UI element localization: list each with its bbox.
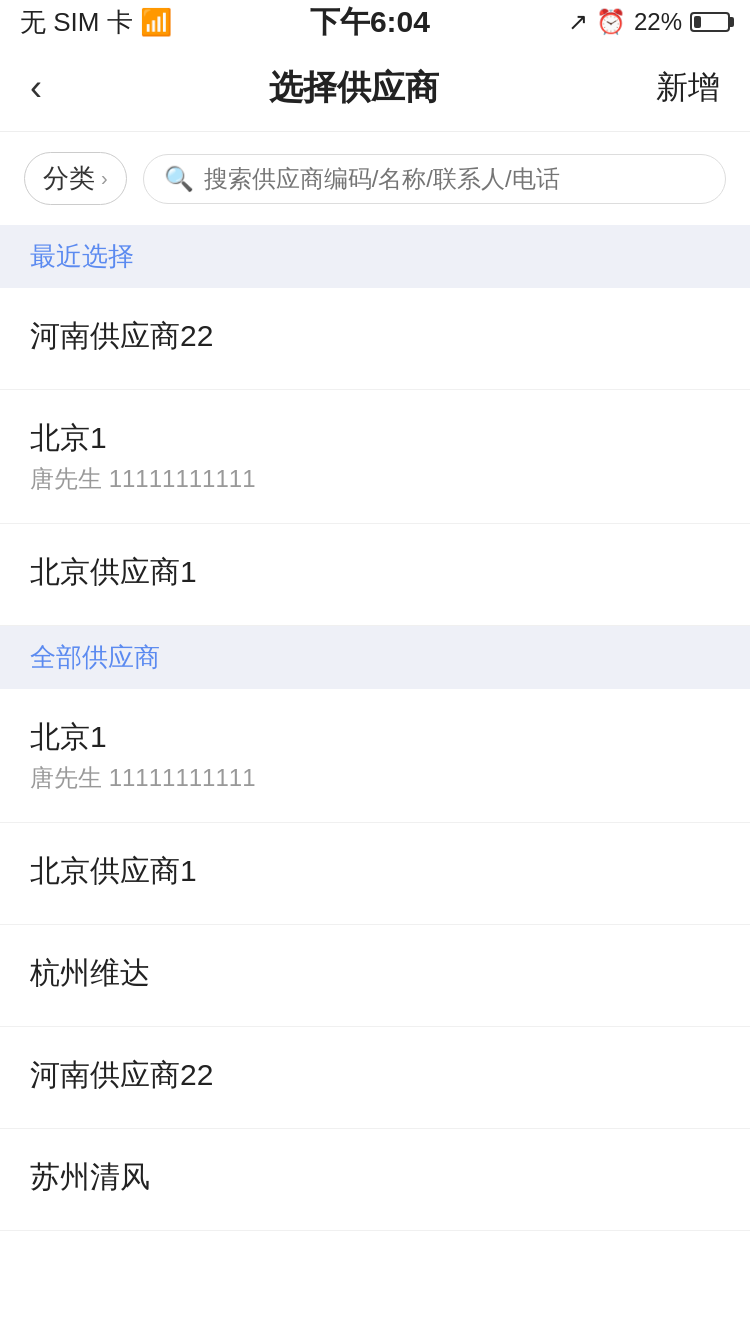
item-name: 北京1 [30,418,720,459]
item-name: 苏州清风 [30,1157,720,1198]
add-button[interactable]: 新增 [656,66,720,110]
all-header-label: 全部供应商 [30,642,160,672]
item-name: 杭州维达 [30,953,720,994]
item-name: 河南供应商22 [30,316,720,357]
list-item[interactable]: 杭州维达 [0,925,750,1027]
list-item[interactable]: 河南供应商22 [0,288,750,390]
status-left: 无 SIM 卡 📶 [20,5,172,40]
item-name: 北京供应商1 [30,851,720,892]
search-input[interactable] [204,165,705,193]
battery-indicator [690,12,730,32]
item-name: 北京1 [30,717,720,758]
sim-wifi-label: 无 SIM 卡 📶 [20,5,172,40]
item-name: 河南供应商22 [30,1055,720,1096]
item-sub: 唐先生 11111111111 [30,463,720,495]
list-item[interactable]: 北京1 唐先生 11111111111 [0,390,750,524]
list-item[interactable]: 北京1 唐先生 11111111111 [0,689,750,823]
alarm-icon: ⏰ [596,8,626,36]
location-icon: ↗ [568,8,588,36]
category-button[interactable]: 分类 › [24,152,127,205]
page-title: 选择供应商 [269,65,439,111]
battery-label: 22% [634,8,682,36]
search-icon: 🔍 [164,165,194,193]
status-right: ↗ ⏰ 22% [568,8,730,36]
list-item[interactable]: 苏州清风 [0,1129,750,1231]
nav-bar: ‹ 选择供应商 新增 [0,44,750,132]
list-item[interactable]: 河南供应商22 [0,1027,750,1129]
list-item[interactable]: 北京供应商1 [0,823,750,925]
category-label: 分类 [43,161,95,196]
recent-list: 河南供应商22 北京1 唐先生 11111111111 北京供应商1 [0,288,750,626]
recent-header-label: 最近选择 [30,241,134,271]
filter-bar: 分类 › 🔍 [0,132,750,225]
all-list: 北京1 唐先生 11111111111 北京供应商1 杭州维达 河南供应商22 … [0,689,750,1231]
status-time: 下午6:04 [310,2,430,43]
back-button[interactable]: ‹ [30,57,52,119]
status-bar: 无 SIM 卡 📶 下午6:04 ↗ ⏰ 22% [0,0,750,44]
chevron-right-icon: › [101,167,108,190]
item-sub: 唐先生 11111111111 [30,762,720,794]
battery-body [690,12,730,32]
item-name: 北京供应商1 [30,552,720,593]
all-section-header: 全部供应商 [0,626,750,689]
search-box[interactable]: 🔍 [143,154,726,204]
recent-section-header: 最近选择 [0,225,750,288]
list-item[interactable]: 北京供应商1 [0,524,750,626]
battery-fill [694,16,701,28]
